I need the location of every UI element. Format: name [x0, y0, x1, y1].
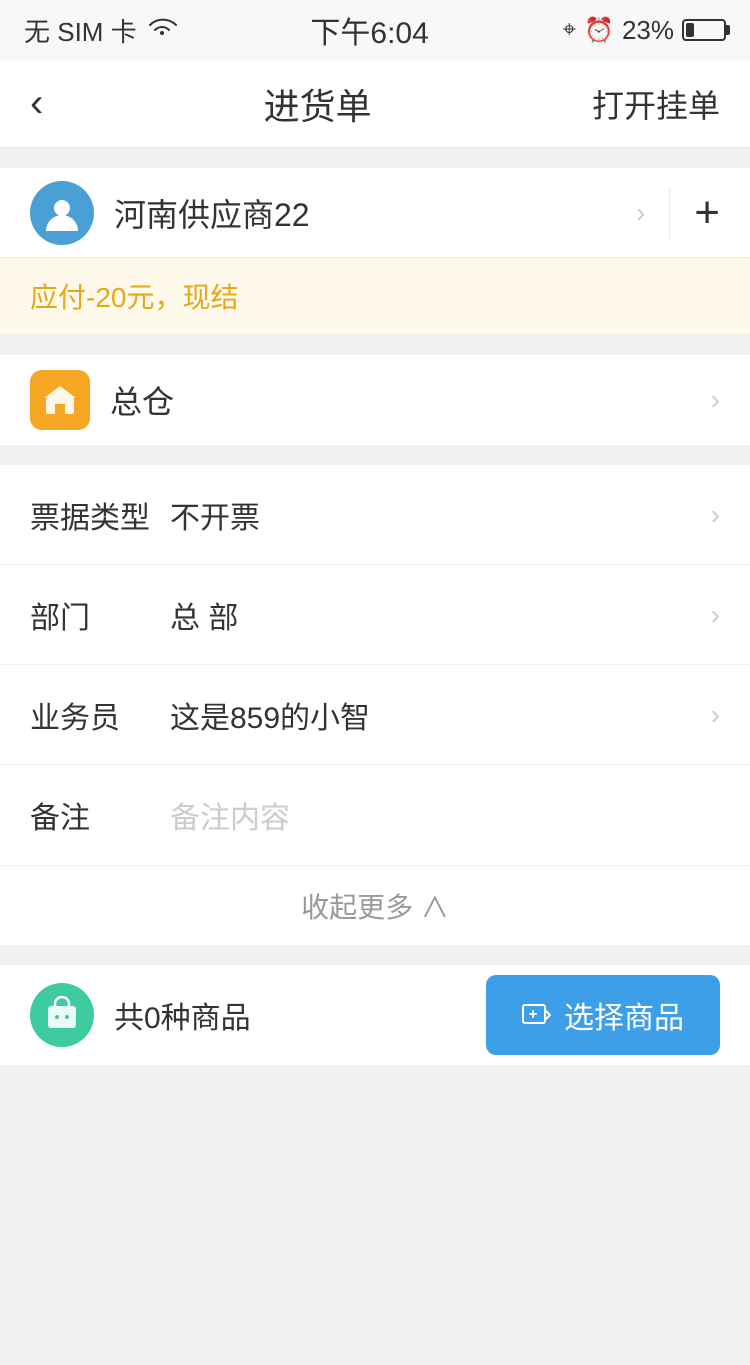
warehouse-section[interactable]: 总仓 › [0, 355, 750, 445]
top-divider [0, 148, 750, 168]
salesperson-arrow-icon: › [711, 699, 720, 731]
invoice-type-row[interactable]: 票据类型 不开票 › [0, 465, 750, 565]
status-right: ⌖ ⏰ 23% [563, 15, 726, 46]
invoice-type-arrow-icon: › [711, 499, 720, 531]
warehouse-icon [30, 370, 90, 430]
form-divider [0, 445, 750, 465]
supplier-arrow-icon: › [636, 197, 645, 229]
status-left: 无 SIM 卡 [24, 12, 177, 49]
remark-value[interactable]: 备注内容 [160, 793, 720, 837]
wifi-icon [147, 15, 177, 46]
notice-text: 应付-20元，现结 [30, 282, 238, 313]
supplier-divider [669, 188, 670, 238]
warehouse-arrow-icon: › [711, 384, 720, 416]
bottom-divider [0, 945, 750, 965]
supplier-name: 河南供应商22 [114, 190, 636, 236]
remark-row[interactable]: 备注 备注内容 [0, 765, 750, 865]
invoice-type-label: 票据类型 [30, 493, 160, 537]
notice-bar: 应付-20元，现结 [0, 258, 750, 335]
select-product-label: 选择商品 [564, 993, 684, 1037]
carrier-label: 无 SIM 卡 [24, 12, 137, 49]
salesperson-label: 业务员 [30, 693, 160, 737]
supplier-section[interactable]: 河南供应商22 › + [0, 168, 750, 258]
add-supplier-button[interactable]: + [694, 188, 720, 238]
collapse-button[interactable]: 收起更多 ∧ [0, 865, 750, 945]
back-button[interactable]: ‹ [30, 81, 43, 126]
middle-divider [0, 335, 750, 355]
salesperson-row[interactable]: 业务员 这是859的小智 › [0, 665, 750, 765]
page-background [0, 1065, 750, 1365]
collapse-label: 收起更多 ∧ [301, 886, 449, 926]
product-count-label: 共0种商品 [114, 993, 486, 1037]
product-icon [30, 983, 94, 1047]
salesperson-value: 这是859的小智 [160, 693, 711, 737]
department-arrow-icon: › [711, 599, 720, 631]
warehouse-name: 总仓 [110, 377, 711, 423]
status-time: 下午6:04 [310, 8, 428, 52]
page-title: 进货单 [264, 78, 372, 130]
nav-bar: ‹ 进货单 打开挂单 [0, 60, 750, 148]
alarm-icon: ⏰ [584, 16, 614, 45]
remark-label: 备注 [30, 793, 160, 837]
form-section: 票据类型 不开票 › 部门 总 部 › 业务员 这是859的小智 › 备注 备注… [0, 465, 750, 865]
select-product-button[interactable]: 选择商品 [486, 975, 720, 1055]
invoice-type-value: 不开票 [160, 493, 711, 537]
battery-percent: 23% [622, 15, 674, 46]
bottom-bar: 共0种商品 选择商品 [0, 965, 750, 1065]
department-row[interactable]: 部门 总 部 › [0, 565, 750, 665]
location-icon: ⌖ [563, 16, 577, 44]
open-pending-button[interactable]: 打开挂单 [592, 81, 720, 127]
supplier-avatar [30, 181, 94, 245]
status-bar: 无 SIM 卡 下午6:04 ⌖ ⏰ 23% [0, 0, 750, 60]
department-value: 总 部 [160, 593, 711, 637]
department-label: 部门 [30, 593, 160, 637]
battery-icon [682, 19, 726, 41]
